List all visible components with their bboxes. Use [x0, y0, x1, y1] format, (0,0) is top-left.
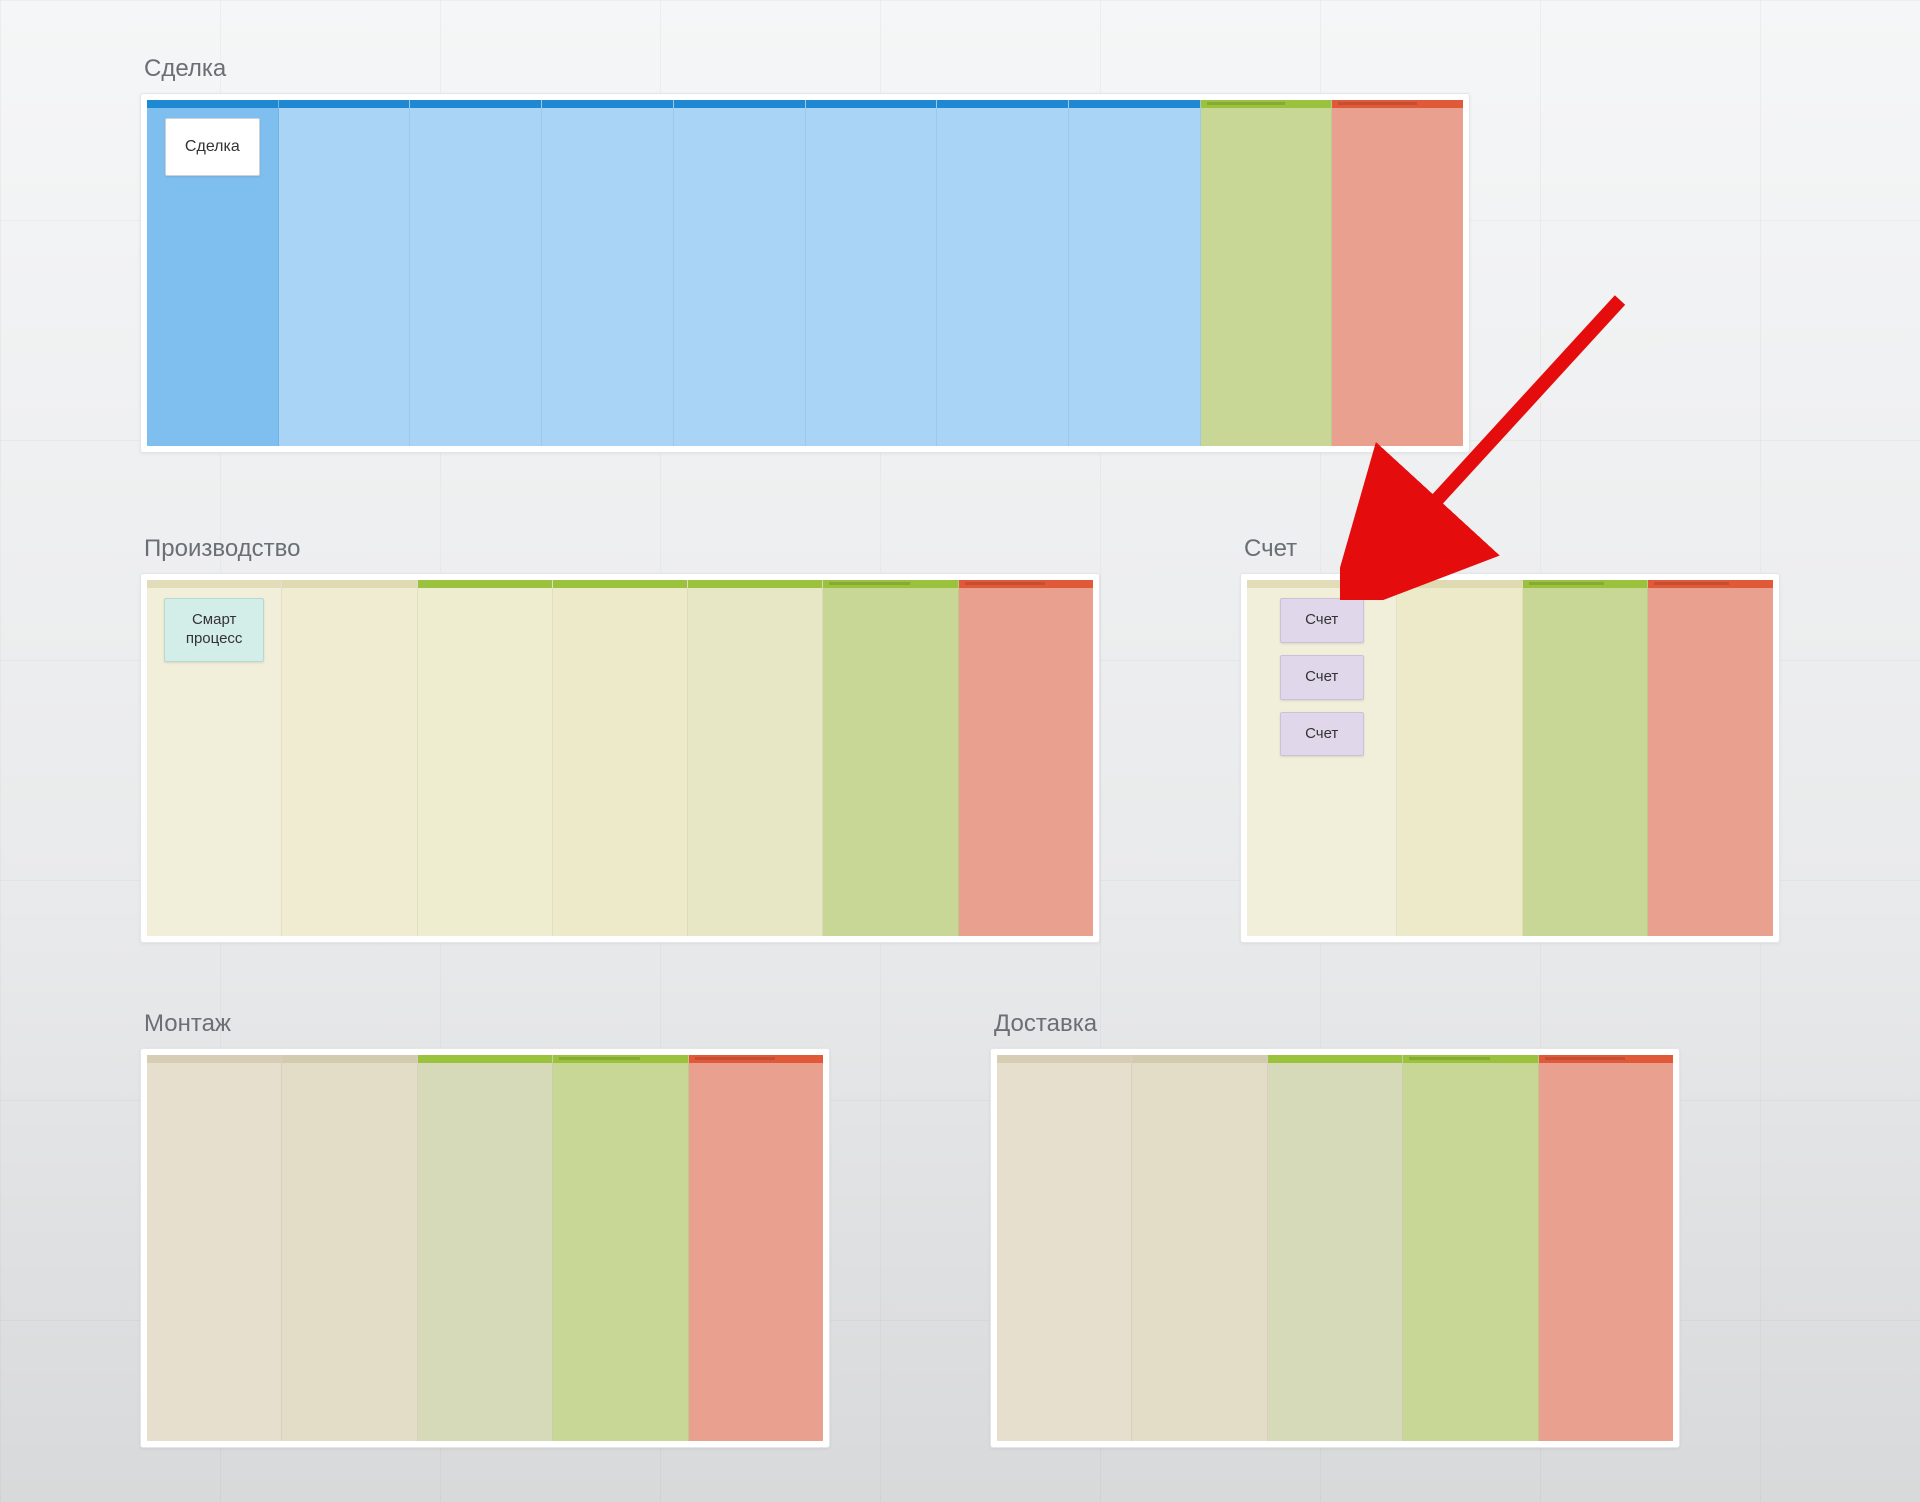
stage[interactable]: Сделка [147, 100, 279, 446]
kanban-board[interactable]: Смарт процесс [140, 573, 1100, 943]
stage[interactable] [418, 580, 553, 936]
kanban-board[interactable] [990, 1048, 1680, 1448]
workflow-canvas[interactable]: Сделка Сделка Производство [0, 0, 1920, 1502]
funnel-title: Доставка [994, 1010, 1680, 1038]
kanban-board[interactable]: Сделка [140, 93, 1470, 453]
stage[interactable] [997, 1055, 1132, 1441]
stage-fail[interactable] [1648, 580, 1773, 936]
invoice-card[interactable]: Счет [1280, 712, 1364, 757]
stage[interactable] [282, 1055, 417, 1441]
funnel-deal[interactable]: Сделка Сделка [140, 55, 1470, 453]
kanban-board[interactable] [140, 1048, 830, 1448]
stage[interactable] [1069, 100, 1201, 446]
stage[interactable] [542, 100, 674, 446]
kanban-board[interactable]: Счет Счет Счет [1240, 573, 1780, 943]
stage[interactable] [1397, 580, 1523, 936]
stage-fail[interactable] [1332, 100, 1463, 446]
funnel-production[interactable]: Производство Смарт процесс [140, 535, 1100, 943]
funnel-title: Сделка [144, 55, 1470, 83]
stage-success[interactable] [823, 580, 958, 936]
smart-process-card[interactable]: Смарт процесс [164, 598, 264, 662]
stage[interactable] [674, 100, 806, 446]
deal-card[interactable]: Сделка [165, 118, 260, 176]
stage-fail[interactable] [1539, 1055, 1673, 1441]
invoice-card[interactable]: Счет [1280, 598, 1364, 643]
stage[interactable] [937, 100, 1069, 446]
stage-success[interactable] [1201, 100, 1333, 446]
funnel-invoice[interactable]: Счет Счет Счет Счет [1240, 535, 1780, 943]
stage[interactable] [806, 100, 938, 446]
stage-success[interactable] [1523, 580, 1649, 936]
stage-fail[interactable] [689, 1055, 823, 1441]
stage-success[interactable] [553, 1055, 688, 1441]
funnel-install[interactable]: Монтаж [140, 1010, 830, 1448]
stage[interactable] [410, 100, 542, 446]
funnel-title: Производство [144, 535, 1100, 563]
stage-success[interactable] [1403, 1055, 1538, 1441]
funnel-delivery[interactable]: Доставка [990, 1010, 1680, 1448]
funnel-title: Счет [1244, 535, 1780, 563]
invoice-card[interactable]: Счет [1280, 655, 1364, 700]
stage[interactable] [279, 100, 411, 446]
stage[interactable]: Счет Счет Счет [1247, 580, 1397, 936]
stage[interactable]: Смарт процесс [147, 580, 282, 936]
funnel-title: Монтаж [144, 1010, 830, 1038]
stage[interactable] [1268, 1055, 1403, 1441]
stage-fail[interactable] [959, 580, 1093, 936]
stage[interactable] [1132, 1055, 1267, 1441]
stage[interactable] [282, 580, 417, 936]
stage[interactable] [147, 1055, 282, 1441]
stage[interactable] [418, 1055, 553, 1441]
stage[interactable] [688, 580, 823, 936]
stage[interactable] [553, 580, 688, 936]
